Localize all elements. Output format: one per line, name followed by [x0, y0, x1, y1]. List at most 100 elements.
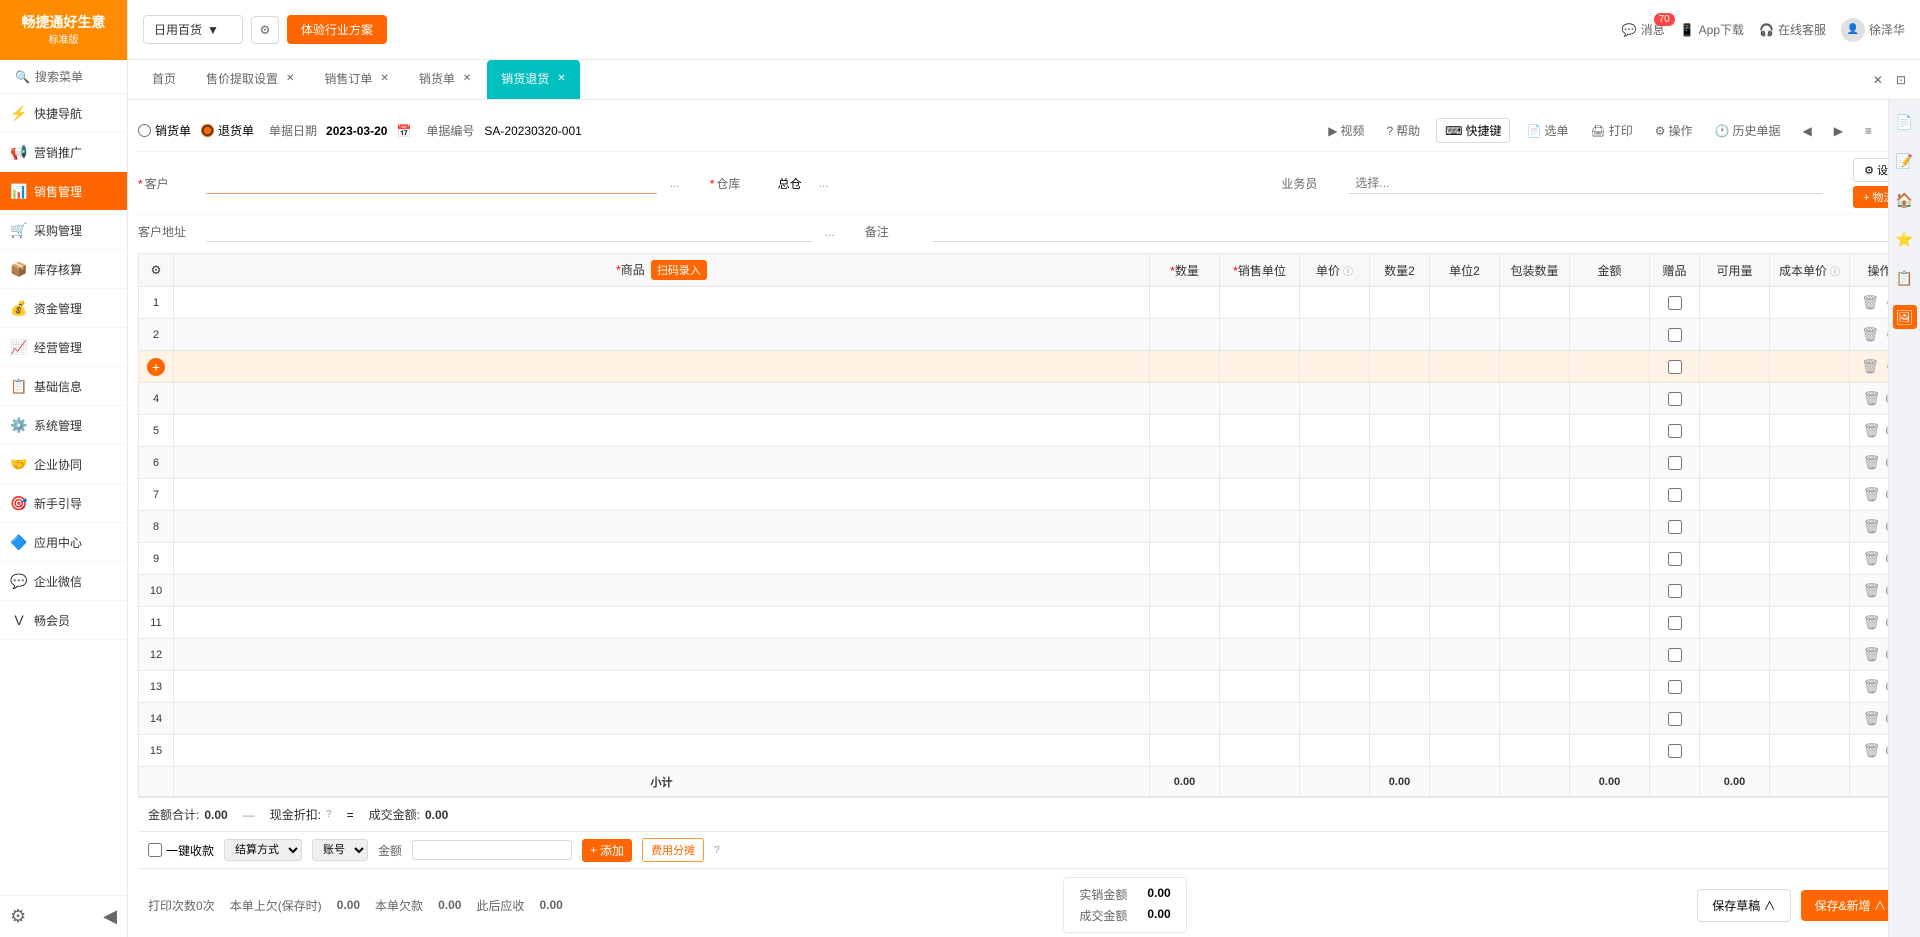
gift-checkbox[interactable]: [1668, 712, 1682, 726]
address-input[interactable]: [206, 221, 812, 242]
gift-checkbox[interactable]: [1668, 584, 1682, 598]
unit-cell[interactable]: [1220, 287, 1300, 319]
sidebar-item-sys[interactable]: ⚙️ 系统管理: [0, 406, 127, 445]
gift-checkbox[interactable]: [1668, 520, 1682, 534]
product-cell[interactable]: [174, 287, 1150, 319]
right-panel-icon-4[interactable]: ⭐: [1893, 227, 1917, 251]
sidebar-item-sales[interactable]: 📊 销售管理: [0, 172, 127, 211]
unit2-cell[interactable]: [1430, 319, 1500, 351]
amount-cell[interactable]: [1570, 287, 1650, 319]
pkgqty-cell[interactable]: [1500, 319, 1570, 351]
qty-cell[interactable]: [1150, 319, 1220, 351]
delete-row-btn[interactable]: 🗑: [1861, 644, 1883, 665]
one-click-checkbox[interactable]: [148, 843, 162, 857]
radio-sale-bill-input[interactable]: [138, 124, 151, 137]
product-cell-active[interactable]: [174, 351, 1150, 383]
qty-cell[interactable]: [1150, 287, 1220, 319]
delete-row-btn[interactable]: 🗑: [1861, 420, 1883, 441]
scan-input-btn[interactable]: 扫码录入: [651, 260, 707, 280]
operate-btn[interactable]: ⚙ 操作: [1649, 119, 1699, 142]
delete-row-btn[interactable]: 🗑: [1861, 516, 1883, 537]
pkgqty-cell[interactable]: [1500, 287, 1570, 319]
gift-checkbox[interactable]: [1668, 744, 1682, 758]
gift-cell[interactable]: [1650, 351, 1700, 383]
sidebar-item-basic[interactable]: 📋 基础信息: [0, 367, 127, 406]
delete-row-btn[interactable]: 🗑: [1861, 580, 1883, 601]
gift-checkbox[interactable]: [1668, 680, 1682, 694]
avail-cell[interactable]: [1700, 351, 1770, 383]
delete-row-btn[interactable]: 🗑: [1861, 676, 1883, 697]
table-gear-icon[interactable]: ⚙: [151, 263, 162, 277]
delete-row-btn[interactable]: 🗑: [1861, 548, 1883, 569]
qty2-cell[interactable]: [1370, 287, 1430, 319]
unit-cell[interactable]: [1220, 351, 1300, 383]
right-panel-icon-6[interactable]: 🖼: [1893, 305, 1917, 329]
delete-row-btn[interactable]: 🗑: [1859, 324, 1881, 345]
unit2-cell[interactable]: [1430, 287, 1500, 319]
tab-sale-order[interactable]: 销售订单 ✕: [310, 60, 402, 99]
gift-checkbox[interactable]: [1668, 360, 1682, 374]
one-click-payment[interactable]: 一键收款: [148, 842, 214, 859]
gift-checkbox[interactable]: [1668, 424, 1682, 438]
tab-close-sale-return[interactable]: ✕: [557, 73, 565, 84]
experience-btn[interactable]: 体验行业方案: [287, 15, 387, 44]
gift-checkbox[interactable]: [1668, 296, 1682, 310]
user-profile[interactable]: 👤 徐泽华: [1841, 18, 1905, 42]
right-panel-icon-1[interactable]: 📄: [1893, 110, 1917, 134]
shortcut-btn[interactable]: ⌨ 快捷键: [1436, 118, 1510, 143]
pkgqty-cell[interactable]: [1500, 351, 1570, 383]
save-new-btn[interactable]: 保存&新增 ∧: [1801, 890, 1900, 921]
sidebar-item-quick-nav[interactable]: ⚡ 快捷导航: [0, 94, 127, 133]
price-cell[interactable]: [1300, 319, 1370, 351]
tab-close-sale-price[interactable]: ✕: [286, 73, 294, 84]
delete-row-btn[interactable]: 🗑: [1859, 292, 1881, 313]
qty2-cell[interactable]: [1370, 319, 1430, 351]
sidebar-item-ops[interactable]: 📈 经营管理: [0, 328, 127, 367]
qty-cell[interactable]: [1150, 351, 1220, 383]
gift-checkbox[interactable]: [1668, 552, 1682, 566]
print-btn[interactable]: 🖨 打印: [1584, 119, 1638, 142]
sidebar-collapse-icon[interactable]: ◀: [103, 906, 117, 927]
delete-row-btn[interactable]: 🗑: [1861, 484, 1883, 505]
payment-amount-input[interactable]: [412, 840, 572, 860]
avail-cell[interactable]: [1700, 319, 1770, 351]
category-select[interactable]: 日用百货 ▼: [143, 15, 243, 44]
amount-cell[interactable]: [1570, 351, 1650, 383]
sidebar-settings-icon[interactable]: ⚙: [10, 906, 26, 927]
select-btn[interactable]: 📄 选单: [1520, 119, 1574, 142]
history-btn[interactable]: 🕐 历史单据: [1708, 119, 1786, 142]
tab-home[interactable]: 首页: [138, 60, 190, 99]
sidebar-item-search-menu[interactable]: 🔍 搜索菜单: [0, 60, 127, 94]
amount-cell[interactable]: [1570, 319, 1650, 351]
sidebar-item-app[interactable]: 🔷 应用中心: [0, 523, 127, 562]
gift-cell[interactable]: [1650, 287, 1700, 319]
radio-return-bill-input[interactable]: [201, 124, 214, 137]
radio-sale-bill[interactable]: 销货单: [138, 122, 191, 139]
delete-row-btn[interactable]: 🗑: [1861, 612, 1883, 633]
qty2-cell[interactable]: [1370, 351, 1430, 383]
price-cell[interactable]: [1300, 287, 1370, 319]
warehouse-dots[interactable]: ...: [819, 176, 829, 190]
sidebar-item-wechat[interactable]: 💬 企业微信: [0, 562, 127, 601]
sidebar-item-member[interactable]: V 畅会员: [0, 601, 127, 640]
product-cell[interactable]: [174, 319, 1150, 351]
sidebar-item-purchase[interactable]: 🛒 采购管理: [0, 211, 127, 250]
delete-row-btn[interactable]: 🗑: [1861, 388, 1883, 409]
gift-checkbox[interactable]: [1668, 328, 1682, 342]
list-view-btn[interactable]: ≡: [1859, 121, 1878, 141]
tab-close-sale-delivery[interactable]: ✕: [463, 73, 471, 84]
add-row-btn[interactable]: +: [147, 358, 165, 376]
sidebar-item-coop[interactable]: 🤝 企业协同: [0, 445, 127, 484]
unit2-cell[interactable]: [1430, 351, 1500, 383]
tab-close-sale-order[interactable]: ✕: [380, 73, 388, 84]
gift-checkbox[interactable]: [1668, 392, 1682, 406]
messages-btn[interactable]: 💬 消息 70: [1622, 21, 1665, 38]
gift-checkbox[interactable]: [1668, 456, 1682, 470]
gift-checkbox[interactable]: [1668, 488, 1682, 502]
video-btn[interactable]: ▶ 视频: [1322, 119, 1370, 142]
calendar-icon[interactable]: 📅: [396, 124, 411, 138]
sidebar-item-newbie[interactable]: 🎯 新手引导: [0, 484, 127, 523]
save-draft-btn[interactable]: 保存草稿 ∧: [1697, 889, 1790, 922]
next-btn[interactable]: ▶: [1828, 121, 1849, 141]
right-panel-icon-5[interactable]: 📋: [1893, 266, 1917, 290]
